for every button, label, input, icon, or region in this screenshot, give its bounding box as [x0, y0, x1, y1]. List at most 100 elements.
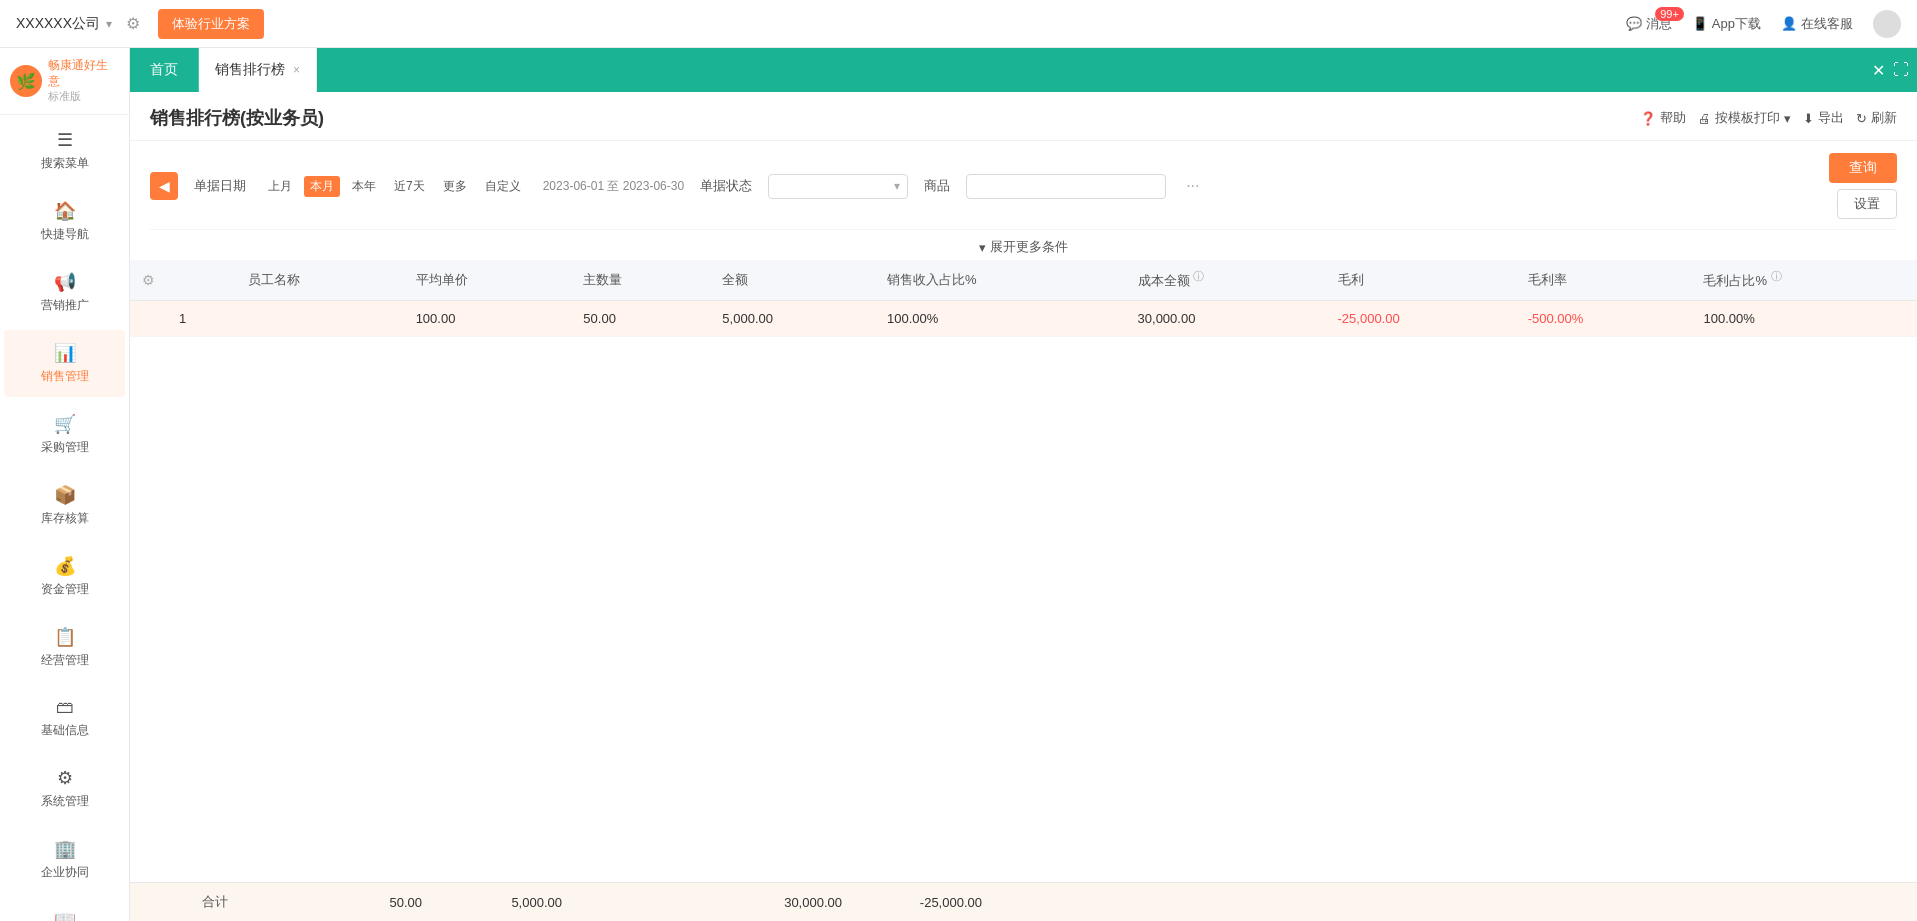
tab-close-icon[interactable]: ×	[293, 63, 300, 77]
col-header-employee: 员工名称	[236, 260, 404, 301]
header-row: ⚙ 员工名称 平均单价 主数量	[130, 260, 1917, 301]
date-options: 上月 本月 本年 近7天 更多 自定义	[262, 176, 527, 197]
date-prev-month[interactable]: 上月	[262, 176, 298, 197]
status-select[interactable]	[768, 174, 908, 199]
sidebar-item-sales[interactable]: 📊 销售管理	[4, 330, 125, 397]
date-current-month[interactable]: 本月	[304, 176, 340, 197]
sidebar-item-system[interactable]: ⚙ 系统管理	[4, 755, 125, 822]
sidebar-item-label-basicinfo: 基础信息	[41, 722, 89, 739]
logo-area: 🌿 畅康通好生意 标准版	[0, 48, 129, 115]
table-wrap: ⚙ 员工名称 平均单价 主数量	[130, 260, 1917, 882]
app-icon: 📱	[1692, 16, 1708, 31]
sidebar-item-search-order[interactable]: ☰ 搜索菜单	[4, 117, 125, 184]
finance-icon: 💰	[54, 555, 76, 577]
refresh-btn[interactable]: ↻ 刷新	[1856, 109, 1897, 127]
sidebar-item-label-enterprise: 企业协同	[41, 864, 89, 881]
sidebar-item-purchase[interactable]: 🛒 采购管理	[4, 401, 125, 468]
col-header-gross-pct: 毛利占比% ⓘ	[1691, 260, 1917, 301]
export-btn[interactable]: ⬇ 导出	[1803, 109, 1844, 127]
sidebar-item-basicinfo[interactable]: 🗃 基础信息	[4, 685, 125, 751]
goods-input[interactable]	[966, 174, 1166, 199]
col-header-gross-profit: 毛利	[1326, 260, 1516, 301]
trial-btn[interactable]: 体验行业方案	[158, 9, 264, 39]
print-dropdown-arrow: ▾	[1784, 111, 1791, 126]
top-bar-right: 💬 消息 99+ 📱 App下载 👤 在线客服	[1626, 10, 1901, 38]
date-custom[interactable]: 自定义	[479, 176, 527, 197]
col-header-cost-amount: 成本全额 ⓘ	[1126, 260, 1326, 301]
expand-chevron-icon: ▾	[979, 240, 986, 255]
sidebar-item-label-system: 系统管理	[41, 793, 89, 810]
filter-settings-btn[interactable]: 设置	[1837, 189, 1897, 219]
help-btn[interactable]: ❓ 帮助	[1640, 109, 1686, 127]
logo-sub: 标准版	[48, 89, 119, 104]
tab-expand-icon[interactable]: ⛶	[1893, 61, 1909, 79]
date-year[interactable]: 本年	[346, 176, 382, 197]
date-7days[interactable]: 近7天	[388, 176, 431, 197]
online-service-btn[interactable]: 👤 在线客服	[1781, 15, 1853, 33]
app-download-label: App下载	[1712, 15, 1761, 33]
table-body: 1 100.00 50.00 5,000.00 100.00% 30,000.0…	[130, 301, 1917, 337]
expand-conditions-btn[interactable]: ▾ 展开更多条件	[979, 238, 1068, 256]
tab-home[interactable]: 首页	[130, 48, 199, 92]
company-selector[interactable]: XXXXXX公司 ▾	[16, 15, 112, 33]
sales-icon: 📊	[54, 342, 76, 364]
tab-bar: 首页 销售排行榜 × ✕ ⛶	[130, 48, 1917, 92]
sidebar-item-label-sales: 销售管理	[41, 368, 89, 385]
sidebar-item-quick-nav[interactable]: 🏠 快捷导航	[4, 188, 125, 255]
top-bar: XXXXXX公司 ▾ ⚙ 体验行业方案 💬 消息 99+ 📱 App下载 👤 在…	[0, 0, 1917, 48]
export-icon: ⬇	[1803, 111, 1814, 126]
sidebar-item-ops[interactable]: 📋 经营管理	[4, 614, 125, 681]
data-table: ⚙ 员工名称 平均单价 主数量	[130, 260, 1917, 337]
app-download-btn[interactable]: 📱 App下载	[1692, 15, 1761, 33]
refresh-label: 刷新	[1871, 109, 1897, 127]
row-gross-profit: -25,000.00	[1326, 301, 1516, 337]
export-label: 导出	[1818, 109, 1844, 127]
sidebar: 🌿 畅康通好生意 标准版 ☰ 搜索菜单 🏠 快捷导航 📢 营销推广 📊 销售管理…	[0, 48, 130, 921]
date-label: 单据日期	[194, 177, 246, 195]
query-btn[interactable]: 查询	[1829, 153, 1897, 183]
content-area: 首页 销售排行榜 × ✕ ⛶ 销售排行榜(按业务员) ❓ 帮助	[130, 48, 1917, 921]
message-btn[interactable]: 💬 消息 99+	[1626, 15, 1672, 33]
footer-gross-profit: -25,000.00	[882, 895, 982, 910]
sidebar-item-marketing[interactable]: 📢 营销推广	[4, 259, 125, 326]
gear-icon[interactable]: ⚙	[126, 14, 140, 33]
filter-arrow-btn[interactable]: ◀	[150, 172, 178, 200]
gross-pct-info-icon[interactable]: ⓘ	[1771, 270, 1782, 282]
sidebar-item-enterprise[interactable]: 🏢 企业协同	[4, 826, 125, 893]
col-header-amount: 全额	[710, 260, 875, 301]
col-header-settings: ⚙	[130, 260, 167, 301]
sidebar-item-label-quicknav: 快捷导航	[41, 226, 89, 243]
cost-amount-info-icon[interactable]: ⓘ	[1193, 270, 1204, 282]
logo-icon: 🌿	[10, 65, 42, 97]
sidebar-item-label-finance: 资金管理	[41, 581, 89, 598]
print-btn[interactable]: 🖨 按模板打印 ▾	[1698, 109, 1791, 127]
tab-close-window-icon[interactable]: ✕	[1872, 61, 1885, 80]
sidebar-item-finance[interactable]: 💰 资金管理	[4, 543, 125, 610]
basicinfo-icon: 🗃	[56, 697, 74, 718]
page-header-actions: ❓ 帮助 🖨 按模板打印 ▾ ⬇ 导出 ↻ 刷新	[1640, 109, 1897, 127]
filter-actions-col: 查询 设置	[1829, 153, 1897, 219]
tab-sales-ranking[interactable]: 销售排行榜 ×	[199, 48, 317, 92]
sidebar-item-guide[interactable]: 📖 新手引导	[4, 897, 125, 921]
purchase-icon: 🛒	[54, 413, 76, 435]
table-header: ⚙ 员工名称 平均单价 主数量	[130, 260, 1917, 301]
tab-home-label: 首页	[150, 61, 178, 79]
page-header: 销售排行榜(按业务员) ❓ 帮助 🖨 按模板打印 ▾ ⬇ 导出	[130, 92, 1917, 141]
more-filter-dots[interactable]: ···	[1186, 177, 1199, 195]
inventory-icon: 📦	[54, 484, 76, 506]
date-more[interactable]: 更多	[437, 176, 473, 197]
logo-text: 畅康通好生意	[48, 58, 119, 89]
row-rank: 1	[167, 301, 236, 337]
table-settings-icon[interactable]: ⚙	[142, 272, 155, 288]
col-header-avg-price: 平均单价	[404, 260, 572, 301]
online-service-label: 在线客服	[1801, 15, 1853, 33]
sidebar-item-inventory[interactable]: 📦 库存核算	[4, 472, 125, 539]
status-select-wrap	[768, 174, 908, 199]
print-label: 按模板打印	[1715, 109, 1780, 127]
avatar[interactable]	[1873, 10, 1901, 38]
status-label: 单据状态	[700, 177, 752, 195]
row-sales-pct: 100.00%	[875, 301, 1126, 337]
row-amount: 5,000.00	[710, 301, 875, 337]
sidebar-item-label-marketing: 营销推广	[41, 297, 89, 314]
footer-total-label: 合计	[142, 893, 342, 911]
